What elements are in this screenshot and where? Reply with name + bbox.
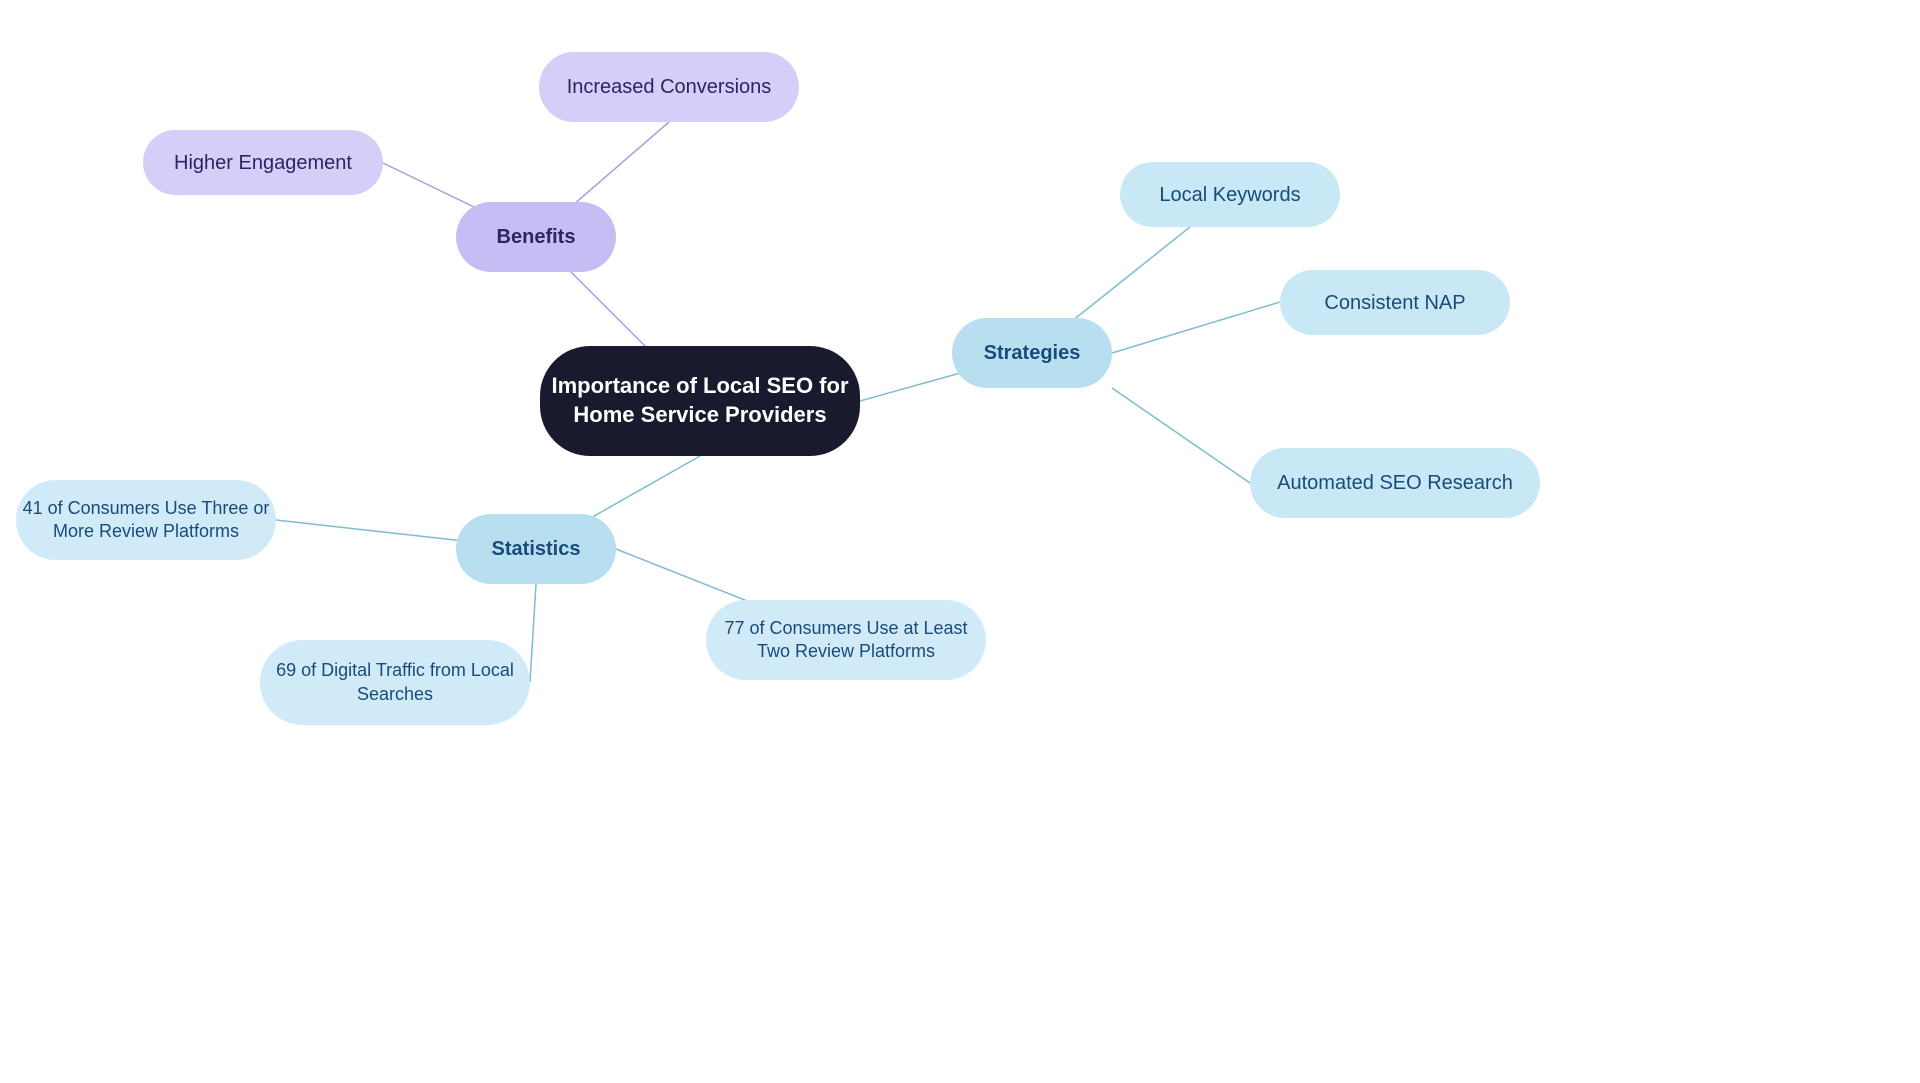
center-node[interactable]: Importance of Local SEO for Home Service… — [540, 346, 860, 456]
stat-41-node[interactable]: 41 of Consumers Use Three or More Review… — [16, 480, 276, 560]
stat-69-node[interactable]: 69 of Digital Traffic from Local Searche… — [260, 640, 530, 725]
strategies-node[interactable]: Strategies — [952, 318, 1112, 388]
higher-engagement-node[interactable]: Higher Engagement — [143, 130, 383, 195]
increased-conversions-node[interactable]: Increased Conversions — [539, 52, 799, 122]
stat-77-node[interactable]: 77 of Consumers Use at Least Two Review … — [706, 600, 986, 680]
benefits-node[interactable]: Benefits — [456, 202, 616, 272]
consistent-nap-node[interactable]: Consistent NAP — [1280, 270, 1510, 335]
statistics-node[interactable]: Statistics — [456, 514, 616, 584]
automated-seo-research-node[interactable]: Automated SEO Research — [1250, 448, 1540, 518]
local-keywords-node[interactable]: Local Keywords — [1120, 162, 1340, 227]
